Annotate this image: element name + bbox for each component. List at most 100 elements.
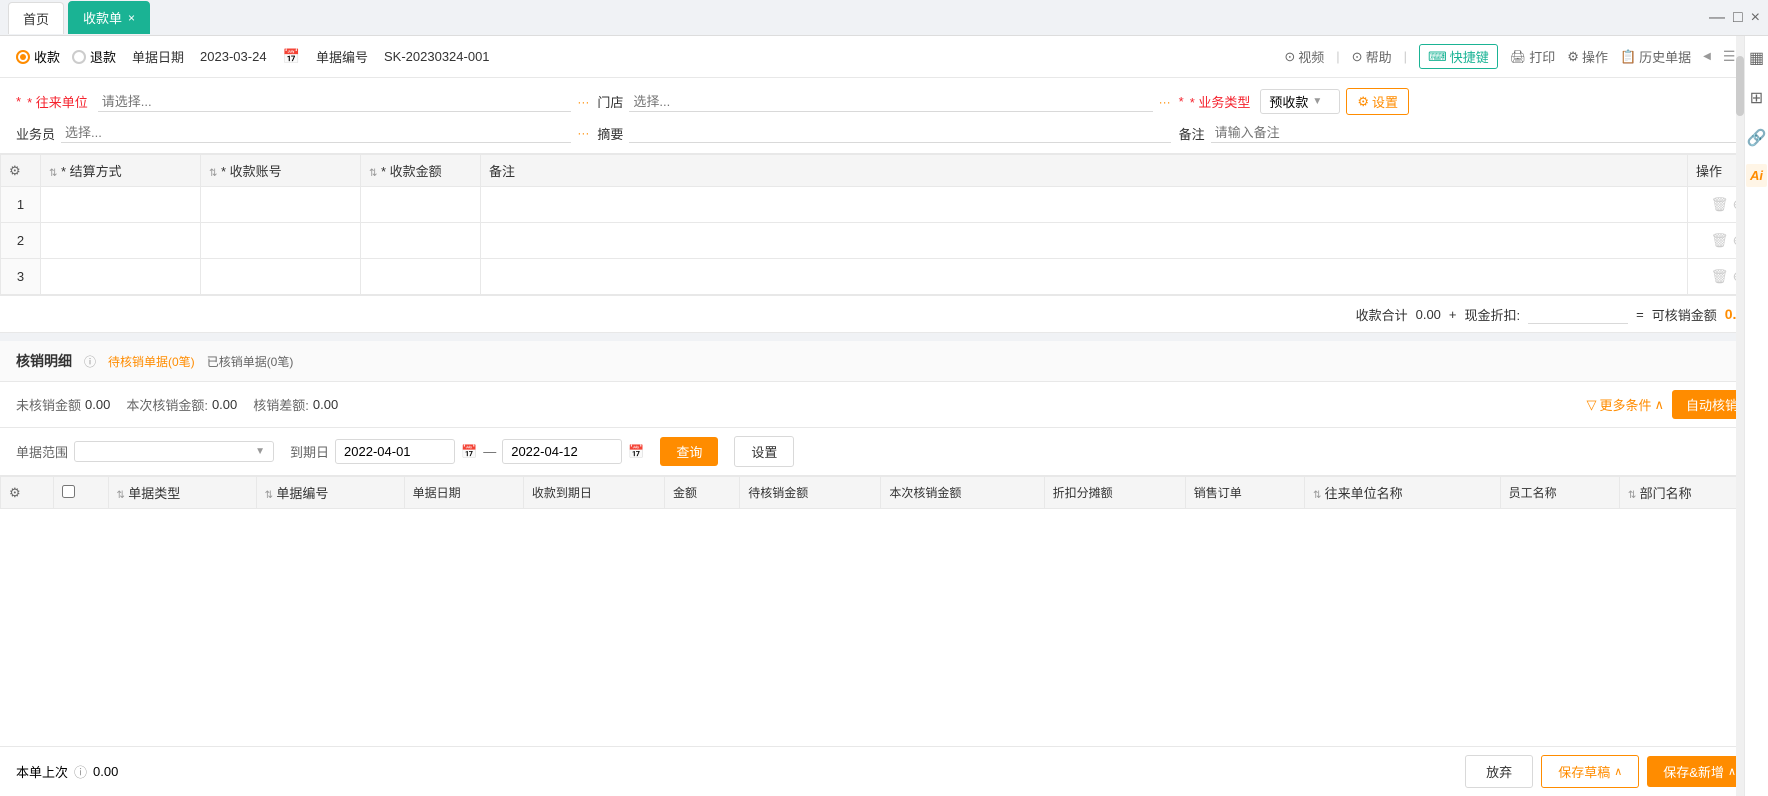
footer: 本单上次 ⓘ 0.00 放弃 保存草稿 ∧ 保存&新增 ∧ xyxy=(0,746,1768,796)
remark-input[interactable] xyxy=(1211,123,1752,143)
date-to-input[interactable] xyxy=(502,439,622,464)
verify-tab-pending[interactable]: 待核销单据(0笔) xyxy=(108,353,195,370)
operation-link[interactable]: ⚙ 操作 xyxy=(1567,47,1608,66)
row-3-account[interactable] xyxy=(201,259,361,295)
save-draft-button[interactable]: 保存草稿 ∧ xyxy=(1541,755,1639,788)
row-2-settle[interactable] xyxy=(41,223,201,259)
account-sort-icon[interactable]: ⇅ xyxy=(209,168,217,179)
shortcut-button[interactable]: ⌨ 快捷键 xyxy=(1419,44,1498,69)
video-icon: ⊙ xyxy=(1284,49,1295,65)
toolbar-right: ⊙ 视频 | ⊙ 帮助 | ⌨ 快捷键 🖨 打印 ⚙ 操作 📋 xyxy=(1284,44,1752,69)
print-link[interactable]: 🖨 打印 xyxy=(1510,47,1556,66)
staff-more-icon[interactable]: ··· xyxy=(577,126,589,140)
amount-sort-icon[interactable]: ⇅ xyxy=(369,168,377,179)
row-2-account[interactable] xyxy=(201,223,361,259)
radio-refund[interactable]: 退款 xyxy=(72,47,116,66)
date-from-calendar-icon[interactable]: 📅 xyxy=(461,444,477,460)
table-header-remark: 备注 xyxy=(481,155,1688,187)
store-more-icon[interactable]: ··· xyxy=(1159,95,1171,109)
row-1-amount[interactable] xyxy=(361,187,481,223)
bottom-table: ⚙ ⇅ 单据类型 ⇅ 单据编号 单据日期 xyxy=(0,476,1768,509)
window-close-icon[interactable]: × xyxy=(1751,9,1760,27)
table-gear-icon[interactable]: ⚙ xyxy=(9,163,21,178)
form-area: * * 往来单位 ··· 门店 ··· * * 业务类型 预收款 ▼ ⚙ 设置 xyxy=(0,78,1768,154)
minimize-icon[interactable]: — xyxy=(1709,9,1725,27)
row-3-delete-icon[interactable]: 🗑 xyxy=(1711,268,1729,285)
staff-field: 业务员 ··· xyxy=(16,123,589,143)
last-order-info-icon[interactable]: ⓘ xyxy=(74,762,87,781)
counterpart-field: * * 往来单位 ··· xyxy=(16,92,589,112)
counterpart-more-icon[interactable]: ··· xyxy=(577,95,589,109)
form-row-1: * * 往来单位 ··· 门店 ··· * * 业务类型 预收款 ▼ ⚙ 设置 xyxy=(16,88,1752,115)
verify-settings-button[interactable]: 设置 xyxy=(734,436,794,467)
bottom-header-staff: 员工名称 xyxy=(1500,477,1619,509)
verify-info-icon[interactable]: ⓘ xyxy=(84,353,96,370)
left-chevron-icon[interactable]: ◀ xyxy=(1703,51,1711,62)
type-sort-icon[interactable]: ⇅ xyxy=(117,490,125,501)
summary-row: 收款合计 0.00 + 现金折扣: = 可核销金额 0.00 xyxy=(0,296,1768,333)
settle-sort-icon[interactable]: ⇅ xyxy=(49,168,57,179)
range-select[interactable]: ▼ xyxy=(74,441,274,462)
date-to-calendar-icon[interactable]: 📅 xyxy=(628,444,644,460)
number-sort-icon[interactable]: ⇅ xyxy=(265,490,273,501)
verify-title: 核销明细 xyxy=(16,351,72,371)
tab-close-icon[interactable]: × xyxy=(128,11,135,25)
row-3-amount[interactable] xyxy=(361,259,481,295)
row-3-settle[interactable] xyxy=(41,259,201,295)
radio-receive[interactable]: 收款 xyxy=(16,47,60,66)
verify-stats: 未核销金额 0.00 本次核销金额: 0.00 核销差额: 0.00 ▽ 更多条… xyxy=(0,382,1768,428)
verify-section: 核销明细 ⓘ 待核销单据(0笔) 已核销单据(0笔) 未核销金额 0.00 本次… xyxy=(0,341,1768,746)
help-icon: ⊙ xyxy=(1352,49,1363,65)
calendar-icon[interactable]: 📅 xyxy=(283,48,300,65)
summary-input[interactable] xyxy=(629,123,1170,143)
row-1-delete-icon[interactable]: 🗑 xyxy=(1711,196,1729,213)
counterpart-input[interactable] xyxy=(98,92,572,112)
panel-attach-icon[interactable]: 🔗 xyxy=(1743,124,1768,152)
settings-button[interactable]: ⚙ 设置 xyxy=(1346,88,1409,115)
row-2-delete-icon[interactable]: 🗑 xyxy=(1711,232,1729,249)
maximize-icon[interactable]: □ xyxy=(1733,9,1743,27)
dept-sort-icon[interactable]: ⇅ xyxy=(1628,490,1636,501)
panel-ai-icon[interactable]: Ai xyxy=(1746,164,1767,187)
number-value: SK-20230324-001 xyxy=(384,49,490,64)
tab-active[interactable]: 收款单 × xyxy=(68,1,150,34)
tab-home[interactable]: 首页 xyxy=(8,2,64,34)
video-link[interactable]: ⊙ 视频 xyxy=(1284,47,1324,66)
counterpart-sort-icon[interactable]: ⇅ xyxy=(1313,490,1321,501)
payment-type-group: 收款 退款 xyxy=(16,47,116,66)
discount-input[interactable] xyxy=(1528,304,1628,324)
right-panel: ▦ ⊞ 🔗 Ai xyxy=(1744,36,1768,796)
row-2-remark[interactable] xyxy=(481,223,1688,259)
biz-type-label: * 业务类型 xyxy=(1190,92,1251,111)
panel-grid-icon[interactable]: ⊞ xyxy=(1746,84,1767,112)
query-button[interactable]: 查询 xyxy=(660,437,718,466)
bottom-header-type: ⇅ 单据类型 xyxy=(108,477,256,509)
date-from-input[interactable] xyxy=(335,439,455,464)
staff-input[interactable] xyxy=(61,123,571,143)
store-input[interactable] xyxy=(629,92,1152,112)
help-link[interactable]: ⊙ 帮助 xyxy=(1352,47,1392,66)
row-1-remark[interactable] xyxy=(481,187,1688,223)
abandon-button[interactable]: 放弃 xyxy=(1465,755,1533,788)
bottom-gear-icon[interactable]: ⚙ xyxy=(9,485,21,500)
diff-value: 0.00 xyxy=(313,397,338,412)
panel-table-icon[interactable]: ▦ xyxy=(1745,44,1768,72)
counterpart-required: * xyxy=(16,94,21,109)
history-link[interactable]: 📋 历史单据 xyxy=(1620,47,1691,66)
row-1-account[interactable] xyxy=(201,187,361,223)
more-filter-button[interactable]: ▽ 更多条件 ∧ xyxy=(1586,395,1664,414)
verify-tab-done[interactable]: 已核销单据(0笔) xyxy=(207,353,294,370)
number-label: 单据编号 xyxy=(316,47,368,66)
remark-field: 备注 xyxy=(1179,123,1752,143)
select-all-checkbox[interactable] xyxy=(62,485,75,498)
table-header-config: ⚙ xyxy=(1,155,41,187)
discount-label: 现金折扣: xyxy=(1465,305,1521,324)
chevron-up-icon: ∧ xyxy=(1654,397,1664,413)
store-label: 门店 xyxy=(597,92,623,111)
biz-type-dropdown[interactable]: 预收款 ▼ xyxy=(1260,89,1340,114)
row-2-amount[interactable] xyxy=(361,223,481,259)
row-1-settle[interactable] xyxy=(41,187,201,223)
row-3-remark[interactable] xyxy=(481,259,1688,295)
window-controls: — □ × xyxy=(1709,9,1760,27)
current-value: 0.00 xyxy=(212,397,237,412)
